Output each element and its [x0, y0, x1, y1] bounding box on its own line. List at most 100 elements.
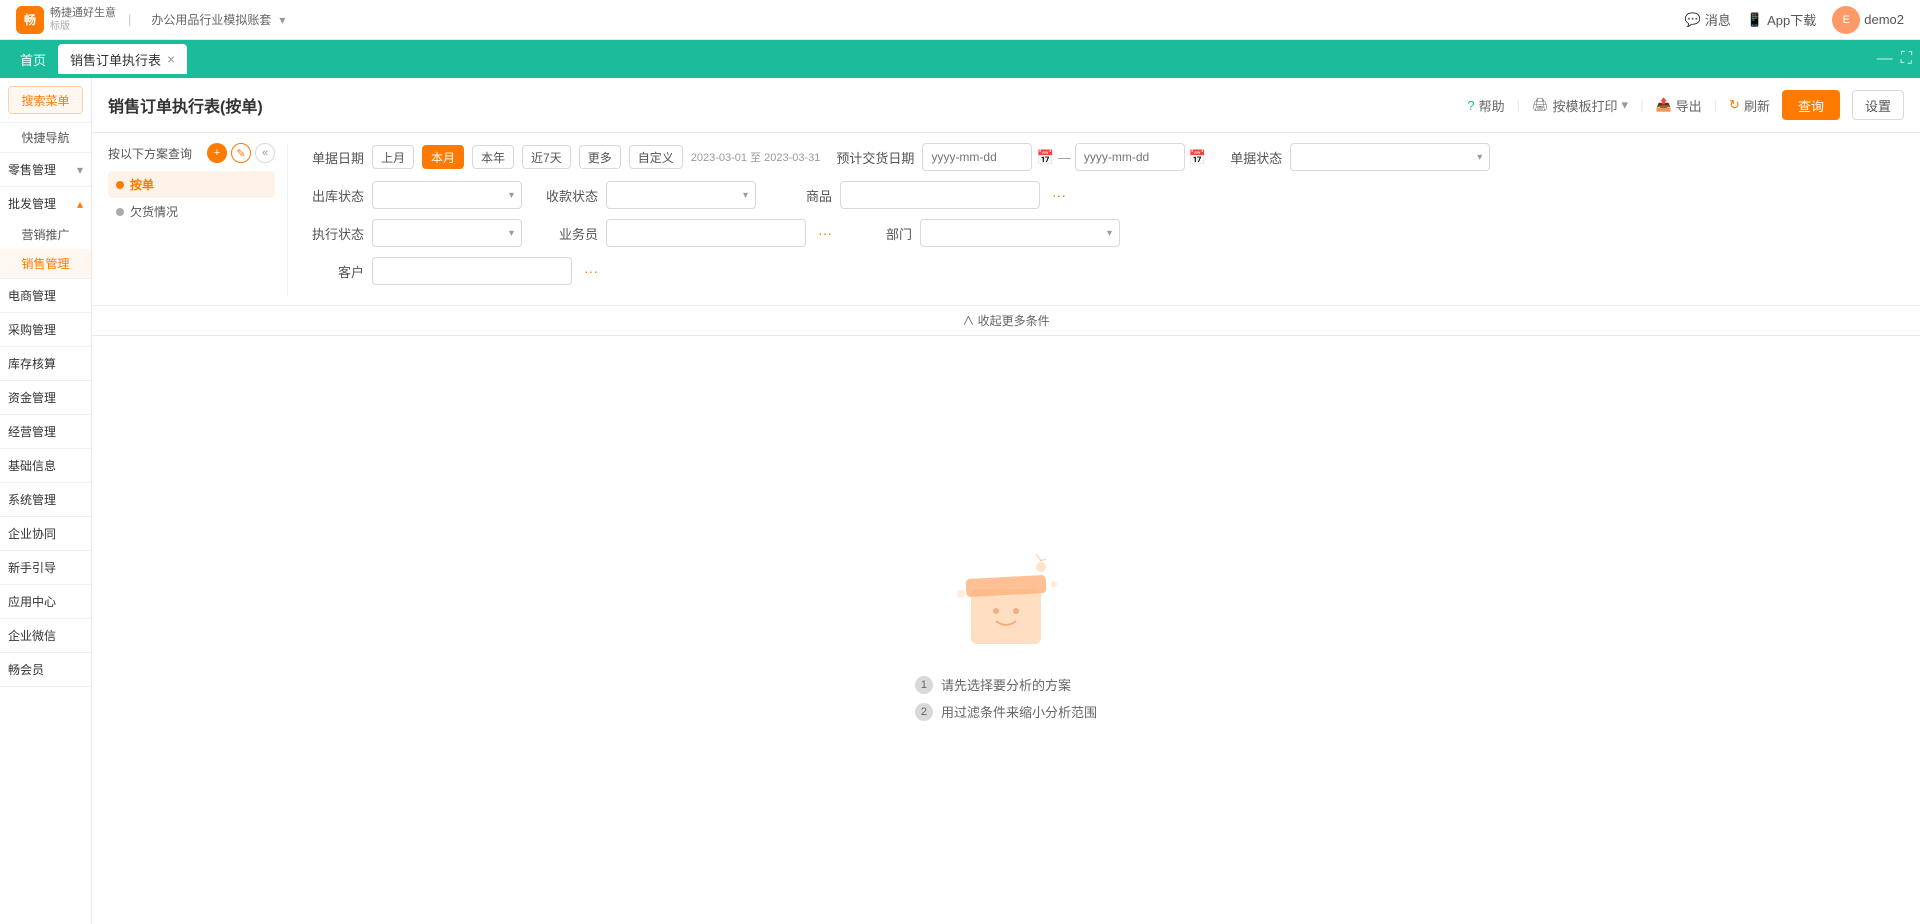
sidebar-section-operation: 经营管理 — [0, 415, 91, 449]
refresh-button[interactable]: ↻ 刷新 — [1729, 96, 1770, 115]
sidebar-item-basic[interactable]: 基础信息 — [0, 449, 91, 482]
product-dots-button[interactable]: ··· — [1048, 187, 1070, 203]
sidebar-section-member: 畅会员 — [0, 653, 91, 687]
filter-nav-debt[interactable]: 欠货情况 — [108, 198, 275, 225]
product-input[interactable] — [840, 181, 1040, 209]
order-status-select[interactable] — [1290, 143, 1490, 171]
customer-input[interactable] — [372, 257, 572, 285]
sidebar-item-member[interactable]: 畅会员 — [0, 653, 91, 686]
search-menu-button[interactable]: 搜索菜单 — [8, 86, 83, 114]
sidebar-item-inventory[interactable]: 库存核算 — [0, 347, 91, 380]
sidebar-item-ecommerce[interactable]: 电商管理 — [0, 279, 91, 312]
salesman-dots-button[interactable]: ··· — [814, 225, 836, 241]
sidebar-item-finance[interactable]: 资金管理 — [0, 381, 91, 414]
field-order-status: 单据状态 ▾ — [1222, 143, 1490, 171]
tab-maximize-button[interactable]: ⛶ — [1901, 50, 1912, 68]
sidebar-section-enterprise: 企业协同 — [0, 517, 91, 551]
customer-label: 客户 — [304, 262, 364, 281]
sidebar-item-appstore[interactable]: 应用中心 — [0, 585, 91, 618]
expected-date-range: 📅 — 📅 — [922, 143, 1206, 171]
sidebar-item-wholesale[interactable]: 批发管理 ▴ — [0, 187, 91, 220]
empty-state: 1 请先选择要分析的方案 2 用过滤条件来缩小分析范围 — [915, 539, 1097, 721]
active-dot-icon — [116, 181, 124, 189]
export-button[interactable]: 📤 导出 — [1655, 96, 1701, 115]
edit-scheme-button[interactable]: ✎ — [231, 143, 251, 163]
field-order-date: 单据日期 上月 本月 本年 近7天 更多 自定义 2023-03-01 至 20… — [304, 145, 820, 169]
customer-dots-button[interactable]: ··· — [580, 263, 602, 279]
content-area: 销售订单执行表(按单) ? 帮助 | 🖨 按模板打印 ▾ | 📤 导出 | — [92, 78, 1920, 924]
expected-date-end[interactable] — [1075, 143, 1185, 171]
empty-step-2: 2 用过滤条件来缩小分析范围 — [915, 702, 1097, 721]
sidebar-item-marketing[interactable]: 营销推广 — [0, 220, 91, 249]
top-bar-right: 💬 消息 📱 App下载 E demo2 — [1685, 6, 1904, 34]
department-wrapper: ▾ — [920, 219, 1120, 247]
preset-custom[interactable]: 自定义 — [629, 145, 683, 169]
sidebar-item-sales[interactable]: 销售管理 — [0, 249, 91, 278]
payment-status-select[interactable] — [606, 181, 756, 209]
preset-last-month[interactable]: 上月 — [372, 145, 414, 169]
tab-close-icon[interactable]: × — [167, 51, 175, 67]
tab-home[interactable]: 首页 — [8, 44, 58, 74]
tab-sales-order[interactable]: 销售订单执行表 × — [58, 44, 187, 74]
breadcrumb: 办公用品行业模拟账套 — [151, 11, 271, 28]
preset-this-year[interactable]: 本年 — [472, 145, 514, 169]
print-dropdown-icon: ▾ — [1622, 97, 1629, 113]
field-customer: 客户 ··· — [304, 257, 602, 285]
field-product: 商品 ··· — [772, 181, 1070, 209]
query-button[interactable]: 查询 — [1782, 90, 1840, 120]
preset-last7[interactable]: 近7天 — [522, 145, 571, 169]
logo-box: 畅 畅捷通好生意 标版 — [16, 6, 116, 34]
shipment-status-select[interactable] — [372, 181, 522, 209]
sidebar-quick-nav[interactable]: 快捷导航 — [0, 123, 91, 153]
order-date-label: 单据日期 — [304, 148, 364, 167]
sidebar-item-wechat[interactable]: 企业微信 — [0, 619, 91, 652]
sidebar-section-appstore: 应用中心 — [0, 585, 91, 619]
user-menu[interactable]: E demo2 — [1832, 6, 1904, 34]
page-header: 销售订单执行表(按单) ? 帮助 | 🖨 按模板打印 ▾ | 📤 导出 | — [92, 78, 1920, 133]
sidebar-item-system[interactable]: 系统管理 — [0, 483, 91, 516]
sidebar-section-wechat: 企业微信 — [0, 619, 91, 653]
sidebar-item-operation[interactable]: 经营管理 — [0, 415, 91, 448]
sidebar-section-purchase: 采购管理 — [0, 313, 91, 347]
collapse-scheme-button[interactable]: « — [255, 143, 275, 163]
order-status-wrapper: ▾ — [1290, 143, 1490, 171]
app-download-button[interactable]: 📱 App下载 — [1747, 10, 1816, 29]
filter-row-4: 客户 ··· — [304, 257, 1904, 285]
shipment-status-label: 出库状态 — [304, 186, 364, 205]
sidebar-section-basic: 基础信息 — [0, 449, 91, 483]
export-icon: 📤 — [1655, 97, 1671, 113]
page-title: 销售订单执行表(按单) — [108, 93, 263, 117]
sidebar-item-enterprise[interactable]: 企业协同 — [0, 517, 91, 550]
help-button[interactable]: ? 帮助 — [1467, 96, 1504, 115]
help-icon: ? — [1467, 98, 1474, 113]
sidebar: 搜索菜单 快捷导航 零售管理 ▾ 批发管理 ▴ 营销推广 销售管理 电商管理 采… — [0, 78, 92, 924]
calendar-end-icon[interactable]: 📅 — [1189, 149, 1206, 166]
calendar-start-icon[interactable]: 📅 — [1036, 149, 1053, 166]
filter-panel-inner: 按以下方案查询 + ✎ « 按单 欠货情况 — [92, 133, 1920, 305]
sidebar-item-newbie[interactable]: 新手引导 — [0, 551, 91, 584]
chevron-up-icon: ▴ — [77, 197, 83, 211]
execution-status-label: 执行状态 — [304, 224, 364, 243]
add-scheme-button[interactable]: + — [207, 143, 227, 163]
message-button[interactable]: 💬 消息 — [1685, 10, 1731, 29]
print-button[interactable]: 🖨 按模板打印 ▾ — [1532, 96, 1628, 115]
empty-step-1: 1 请先选择要分析的方案 — [915, 675, 1097, 694]
department-select[interactable] — [920, 219, 1120, 247]
filter-nav-press-order[interactable]: 按单 — [108, 171, 275, 198]
salesman-input[interactable] — [606, 219, 806, 247]
sidebar-item-retail[interactable]: 零售管理 ▾ — [0, 153, 91, 186]
preset-this-month[interactable]: 本月 — [422, 145, 464, 169]
preset-more[interactable]: 更多 — [579, 145, 621, 169]
settings-button[interactable]: 设置 — [1852, 90, 1904, 120]
sidebar-item-purchase[interactable]: 采购管理 — [0, 313, 91, 346]
expected-date-start[interactable] — [922, 143, 1032, 171]
filter-main: 单据日期 上月 本月 本年 近7天 更多 自定义 2023-03-01 至 20… — [304, 143, 1904, 295]
tab-minimize-button[interactable]: — — [1877, 50, 1893, 68]
print-icon: 🖨 — [1532, 97, 1549, 113]
download-icon: 📱 — [1747, 12, 1763, 28]
filter-sidebar-header: 按以下方案查询 + ✎ « — [108, 143, 275, 163]
expected-date-label: 预计交货日期 — [836, 148, 914, 167]
collapse-more-conditions-button[interactable]: ∧ 收起更多条件 — [92, 305, 1920, 335]
execution-status-select[interactable] — [372, 219, 522, 247]
breadcrumb-arrow-icon[interactable]: ▾ — [279, 13, 285, 27]
